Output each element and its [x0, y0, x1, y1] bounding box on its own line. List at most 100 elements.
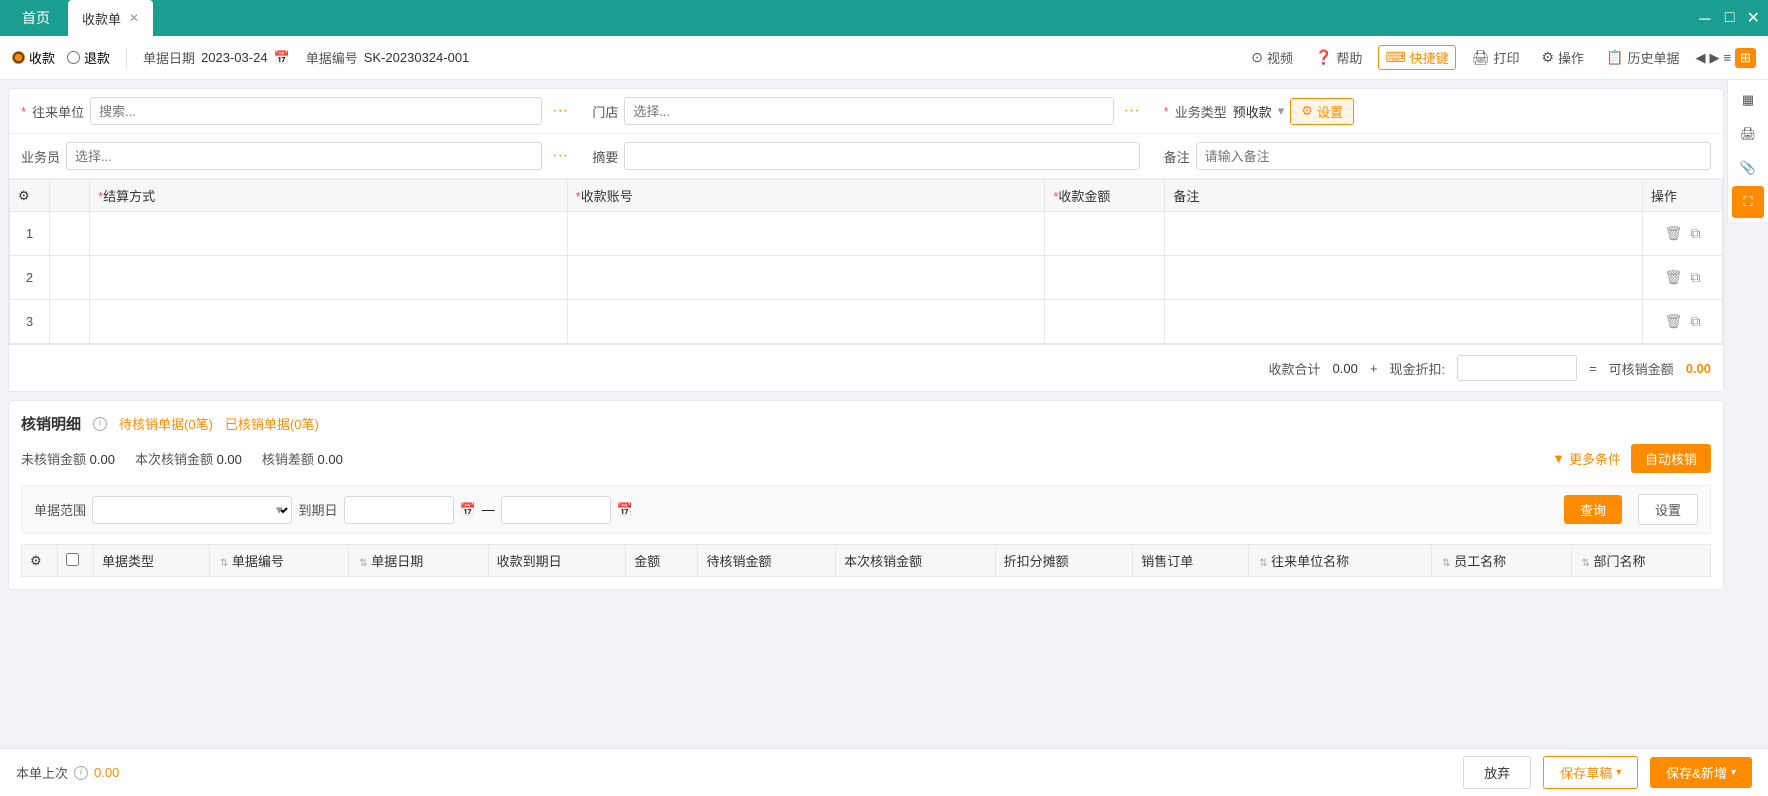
delete-row-3-icon[interactable]: 🗑: [1665, 313, 1683, 330]
account-input-1[interactable]: [568, 212, 1045, 255]
amount-input-2[interactable]: [1045, 256, 1164, 299]
abandon-btn[interactable]: 放弃: [1463, 756, 1531, 789]
side-table-icon[interactable]: ▦: [1732, 84, 1764, 116]
store-more-btn[interactable]: ···: [1124, 102, 1140, 120]
remark-input-3[interactable]: [1165, 300, 1642, 343]
footer-info-icon[interactable]: i: [74, 766, 88, 780]
copy-row-1-icon[interactable]: ⧉: [1690, 225, 1700, 242]
settlement-input-2[interactable]: [90, 256, 567, 299]
verify-info-icon[interactable]: i: [93, 417, 107, 431]
amount-cell-2[interactable]: [1045, 256, 1165, 300]
save-draft-btn[interactable]: 保存草稿 ▾: [1543, 756, 1638, 789]
account-cell-3[interactable]: [567, 300, 1045, 344]
side-print-icon[interactable]: 🖨: [1732, 118, 1764, 150]
video-btn[interactable]: ⊙ 视频: [1245, 46, 1299, 69]
account-input-2[interactable]: [568, 256, 1045, 299]
action-cell-2: 🗑 ⧉: [1643, 256, 1723, 300]
settlement-cell-3[interactable]: [90, 300, 568, 344]
copy-row-3-icon[interactable]: ⧉: [1690, 313, 1700, 330]
operation-btn[interactable]: ⚙ 操作: [1535, 46, 1590, 69]
sort-icon2: ⇅: [359, 558, 367, 569]
remark-input[interactable]: [1196, 142, 1711, 170]
cal-end-icon[interactable]: 📅: [617, 502, 633, 518]
amount-cell-1[interactable]: [1045, 212, 1165, 256]
top-nav: 首页 收款单 ✕ － □ ✕: [0, 0, 1768, 36]
summary-input[interactable]: [624, 142, 1139, 170]
print-btn[interactable]: 🖨 打印: [1466, 46, 1526, 69]
action-cell-1: 🗑 ⧉: [1643, 212, 1723, 256]
remark-cell-1[interactable]: [1165, 212, 1643, 256]
account-input-3[interactable]: [568, 300, 1045, 343]
counterparty-more-btn[interactable]: ···: [552, 102, 568, 120]
table-settings-btn[interactable]: ⚙: [10, 180, 50, 212]
store-input[interactable]: [624, 97, 1113, 125]
shortcut-btn[interactable]: ⌨ 快捷键: [1378, 45, 1455, 70]
due-date-end[interactable]: 2022-04-12: [501, 496, 611, 524]
select-all-checkbox[interactable]: [66, 553, 79, 566]
range-select[interactable]: [92, 496, 292, 524]
draft-dropdown-icon[interactable]: ▾: [1616, 767, 1621, 778]
radio-refund[interactable]: 退款: [67, 48, 110, 67]
prev-icon[interactable]: ◀: [1696, 50, 1706, 66]
amount-cell-3[interactable]: [1045, 300, 1165, 344]
save-dropdown-icon[interactable]: ▾: [1731, 767, 1736, 778]
remark-input-2[interactable]: [1165, 256, 1642, 299]
operation-icon: ⚙: [1541, 49, 1554, 66]
settings-btn[interactable]: ⚙ 设置: [1290, 98, 1354, 125]
settlement-input-1[interactable]: [90, 212, 567, 255]
tab-close-icon[interactable]: ✕: [129, 11, 139, 25]
business-type-dropdown[interactable]: ▾: [1278, 103, 1285, 119]
col-remark: 备注: [1165, 180, 1643, 212]
amount-input-3[interactable]: [1045, 300, 1164, 343]
discount-input[interactable]: [1457, 355, 1577, 381]
settlement-cell-1[interactable]: [90, 212, 568, 256]
number-field: 单据编号 SK-20230324-001: [306, 48, 470, 67]
account-cell-2[interactable]: [567, 256, 1045, 300]
account-cell-1[interactable]: [567, 212, 1045, 256]
settlement-input-3[interactable]: [90, 300, 567, 343]
counterparty-input[interactable]: [90, 97, 542, 125]
help-icon: ❓: [1315, 49, 1332, 66]
save-new-btn[interactable]: 保存&新增 ▾: [1650, 757, 1752, 788]
completed-tab[interactable]: 已核销单据(0笔): [225, 414, 319, 433]
remark-cell-3[interactable]: [1165, 300, 1643, 344]
help-btn[interactable]: ❓ 帮助: [1309, 46, 1368, 69]
close-button[interactable]: ✕: [1747, 8, 1760, 28]
col-doc-num: ⇅ 单据编号: [209, 545, 348, 577]
receipt-type-group: 收款 退款: [12, 48, 110, 67]
auto-verify-btn[interactable]: 自动核销: [1631, 444, 1711, 473]
side-expand-icon[interactable]: ⛶: [1732, 186, 1764, 218]
receipt-table-container: ⚙ *结算方式 *收款账号 *收款金额 备注 操作: [9, 179, 1723, 344]
restore-button[interactable]: □: [1725, 9, 1735, 27]
home-tab[interactable]: 首页: [8, 0, 64, 36]
calendar-icon[interactable]: 📅: [274, 50, 290, 66]
pending-tab[interactable]: 待核销单据(0笔): [119, 414, 213, 433]
minimize-button[interactable]: －: [1697, 6, 1713, 30]
table2-settings-icon[interactable]: ⚙: [30, 553, 42, 568]
tab-receipt[interactable]: 收款单 ✕: [68, 0, 153, 36]
settlement-cell-2[interactable]: [90, 256, 568, 300]
more-conditions-btn[interactable]: ▼ 更多条件: [1552, 449, 1621, 468]
col-sales-order: 销售订单: [1133, 545, 1249, 577]
staff-more-btn[interactable]: ···: [552, 147, 568, 165]
checkbox-th: [58, 545, 94, 577]
due-date-start[interactable]: 2022-04-01: [344, 496, 454, 524]
list-icon[interactable]: ≡: [1724, 50, 1732, 65]
remark-cell-2[interactable]: [1165, 256, 1643, 300]
toolbar: 收款 退款 单据日期 2023-03-24 📅 单据编号 SK-20230324…: [0, 36, 1768, 80]
delete-row-2-icon[interactable]: 🗑: [1665, 269, 1683, 286]
grid-icon[interactable]: ⊞: [1735, 48, 1756, 68]
side-attach-icon[interactable]: 📎: [1732, 152, 1764, 184]
cal-start-icon[interactable]: 📅: [460, 502, 476, 518]
query-btn[interactable]: 查询: [1564, 495, 1622, 524]
verify-settings-btn[interactable]: 设置: [1638, 494, 1698, 525]
delete-row-1-icon[interactable]: 🗑: [1665, 225, 1683, 242]
row-num-2: 2: [10, 256, 50, 300]
history-btn[interactable]: 📋 历史单据: [1600, 46, 1685, 69]
radio-receipt[interactable]: 收款: [12, 48, 55, 67]
next-icon[interactable]: ▶: [1710, 50, 1720, 66]
copy-row-2-icon[interactable]: ⧉: [1690, 269, 1700, 286]
staff-input[interactable]: [66, 142, 542, 170]
amount-input-1[interactable]: [1045, 212, 1164, 255]
remark-input-1[interactable]: [1165, 212, 1642, 255]
